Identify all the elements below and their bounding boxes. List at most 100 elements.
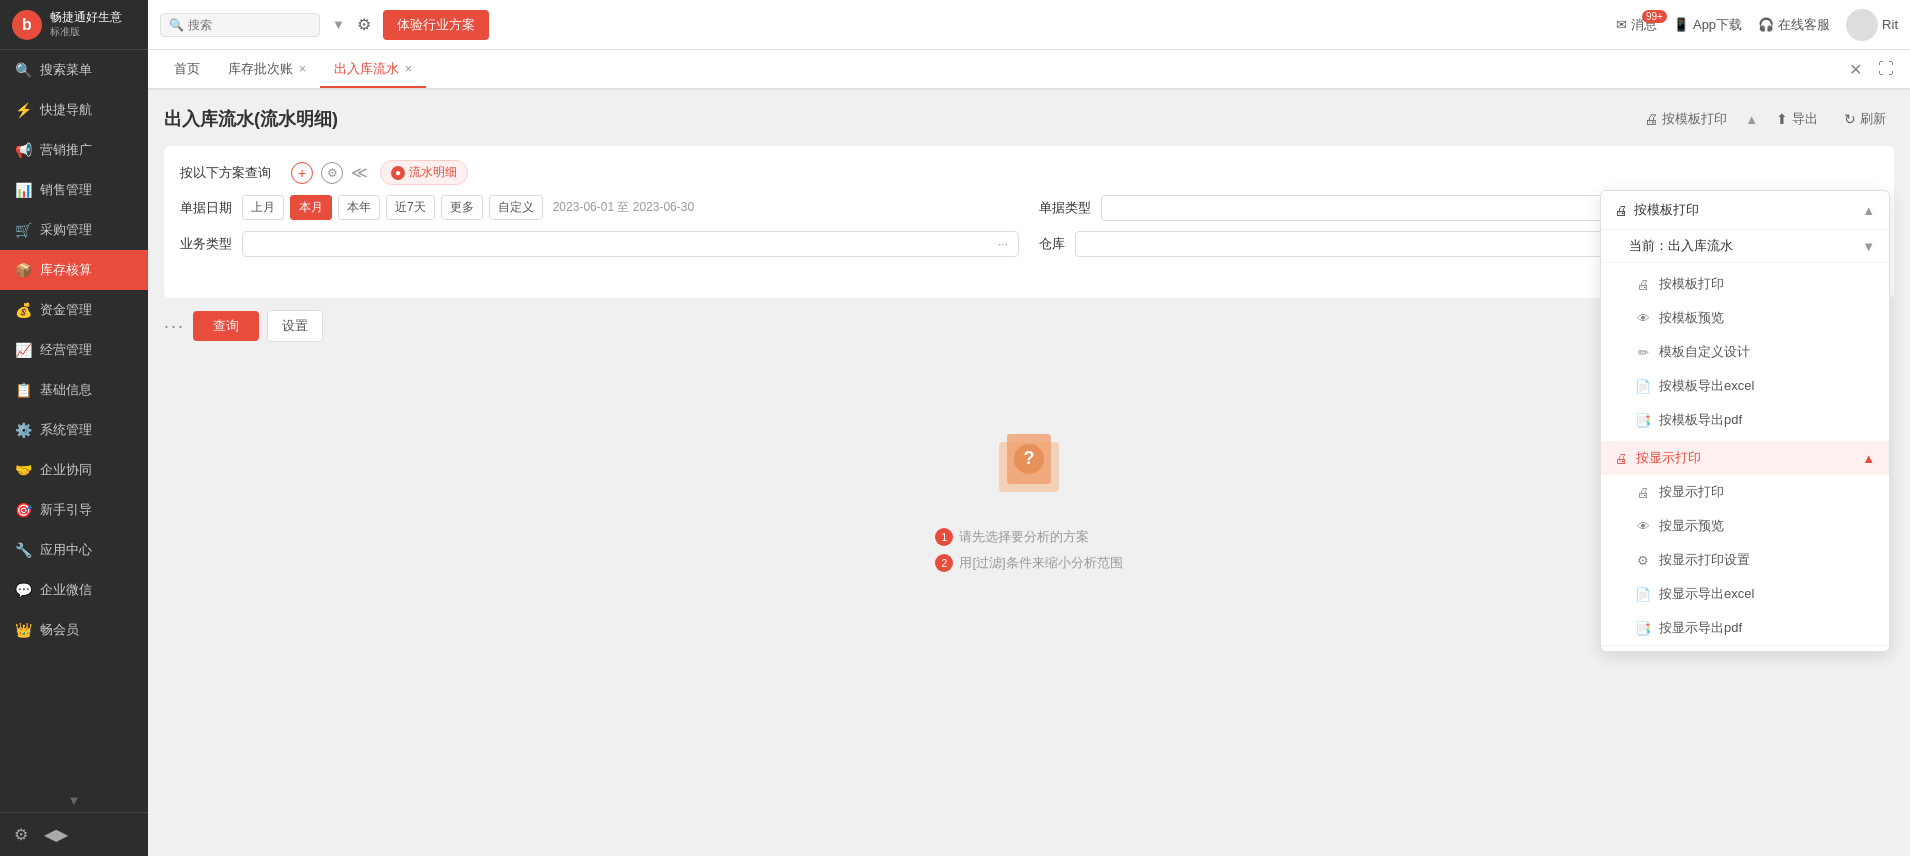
dropdown-scroll: 🖨 按模板打印 ▲ 当前：出入库流水 ▼ 🖨 按模板 — [1601, 191, 1889, 651]
scheme-collapse-btn[interactable]: ≪ — [351, 163, 368, 182]
dropdown-item-display-export-pdf[interactable]: 📑 按显示导出pdf — [1621, 611, 1889, 645]
tab-expand-btn[interactable]: ⛶ — [1874, 58, 1898, 80]
template-export-pdf-label: 按模板导出pdf — [1659, 411, 1742, 429]
header-chevron-icon[interactable]: ▲ — [1745, 112, 1758, 127]
tab-batch-account[interactable]: 库存批次账 × — [214, 52, 320, 88]
search-input[interactable] — [188, 18, 311, 32]
more-btn[interactable]: 更多 — [441, 195, 483, 220]
tab-home[interactable]: 首页 — [160, 52, 214, 88]
active-filter-tag[interactable]: ● 流水明细 — [380, 160, 468, 185]
print-icon: 🖨 — [1644, 111, 1658, 127]
toolbar-more-icon[interactable]: ··· — [164, 316, 185, 337]
sidebar: b 畅捷通好生意 标准版 🔍 搜索菜单 ⚡ 快捷导航 📢 营销推广 📊 — [0, 0, 148, 856]
sidebar-item-label: 畅会员 — [40, 621, 79, 639]
refresh-btn[interactable]: ↻ 刷新 — [1836, 106, 1894, 132]
add-scheme-btn[interactable]: + — [291, 162, 313, 184]
tab-flow-label: 出入库流水 — [334, 60, 399, 78]
topbar-chevron-icon[interactable]: ▼ — [332, 17, 345, 32]
display-print-icon: 🖨 — [1635, 484, 1651, 500]
template-print-label: 按模板打印 — [1659, 275, 1724, 293]
settings-bottom-icon[interactable]: ⚙ — [14, 825, 28, 844]
sidebar-item-operations[interactable]: 📈 经营管理 — [0, 330, 148, 370]
sidebar-scroll-down[interactable]: ▼ — [0, 789, 148, 812]
display-export-pdf-label: 按显示导出pdf — [1659, 619, 1742, 637]
custom-btn[interactable]: 自定义 — [489, 195, 543, 220]
sidebar-item-guide[interactable]: 🎯 新手引导 — [0, 490, 148, 530]
sidebar-item-wechat[interactable]: 💬 企业微信 — [0, 570, 148, 610]
dropdown-item-template-preview[interactable]: 👁 按模板预览 — [1621, 301, 1889, 335]
search-icon: 🔍 — [14, 61, 32, 79]
dropdown-item-display-print[interactable]: 🖨 按显示打印 — [1621, 475, 1889, 509]
headset-icon: 🎧 — [1758, 17, 1774, 32]
biz-type-select[interactable]: ··· — [242, 231, 1019, 257]
sales-icon: 📊 — [14, 181, 32, 199]
dropdown-item-template-export-pdf[interactable]: 📑 按模板导出pdf — [1621, 403, 1889, 437]
template-preview-icon: 👁 — [1635, 310, 1651, 326]
search-row-1: 按以下方案查询 + ⚙ ≪ ● 流水明细 — [180, 160, 1878, 185]
page-header: 出入库流水(流水明细) 🖨 按模板打印 ▲ ⬆ 导出 ↻ 刷新 — [164, 106, 1894, 132]
filter-icon: ● — [391, 166, 405, 180]
user-avatar-wrap[interactable]: Rit — [1846, 9, 1898, 41]
template-preview-label: 按模板预览 — [1659, 309, 1724, 327]
settings-btn[interactable]: 设置 — [267, 310, 323, 342]
tab-flow[interactable]: 出入库流水 × — [320, 52, 426, 88]
query-btn[interactable]: 查询 — [193, 311, 259, 341]
sidebar-item-label: 搜索菜单 — [40, 61, 92, 79]
tip-num-2: 2 — [935, 554, 953, 572]
sidebar-item-marketing[interactable]: 📢 营销推广 — [0, 130, 148, 170]
display-preview-icon: 👁 — [1635, 518, 1651, 534]
sidebar-item-sales[interactable]: 📊 销售管理 — [0, 170, 148, 210]
sidebar-item-label: 应用中心 — [40, 541, 92, 559]
sidebar-item-member[interactable]: 👑 畅会员 — [0, 610, 148, 650]
sidebar-item-inventory[interactable]: 📦 库存核算 — [0, 250, 148, 290]
brand-name: 畅捷通好生意 — [50, 10, 122, 26]
page-title: 出入库流水(流水明细) — [164, 107, 338, 131]
sidebar-item-purchase[interactable]: 🛒 采购管理 — [0, 210, 148, 250]
display-section-chevron[interactable]: ▲ — [1862, 451, 1875, 466]
app-download-btn[interactable]: 📱 App下载 — [1673, 16, 1742, 34]
dropdown-item-display-export-excel[interactable]: 📄 按显示导出excel — [1621, 577, 1889, 611]
sidebar-item-enterprise[interactable]: 🤝 企业协同 — [0, 450, 148, 490]
dropdown-item-template-export-excel[interactable]: 📄 按模板导出excel — [1621, 369, 1889, 403]
topbar-gear-icon[interactable]: ⚙ — [357, 15, 371, 34]
sidebar-item-system[interactable]: ⚙️ 系统管理 — [0, 410, 148, 450]
brand-badge: 标准版 — [50, 25, 122, 39]
industry-btn[interactable]: 体验行业方案 — [383, 10, 489, 40]
dropdown-item-display-preview[interactable]: 👁 按显示预览 — [1621, 509, 1889, 543]
sidebar-item-basic-info[interactable]: 📋 基础信息 — [0, 370, 148, 410]
sidebar-item-finance[interactable]: 💰 资金管理 — [0, 290, 148, 330]
scheme-settings-btn[interactable]: ⚙ — [321, 162, 343, 184]
current-month-btn[interactable]: 本月 — [290, 195, 332, 220]
dropdown-current-item[interactable]: 当前：出入库流水 ▼ — [1601, 230, 1889, 263]
refresh-icon: ↻ — [1844, 111, 1856, 127]
dropdown-item-template-custom[interactable]: ✏ 模板自定义设计 — [1621, 335, 1889, 369]
empty-tip-2: 2 用[过滤]条件来缩小分析范围 — [935, 554, 1122, 572]
sidebar-item-label: 销售管理 — [40, 181, 92, 199]
dropdown-item-display-settings[interactable]: ⚙ 按显示打印设置 — [1621, 543, 1889, 577]
warehouse-label: 仓库 — [1039, 235, 1065, 253]
current-year-btn[interactable]: 本年 — [338, 195, 380, 220]
dropdown-display-section[interactable]: 🖨 按显示打印 ▲ — [1601, 441, 1889, 475]
dropdown-footer[interactable]: ⚙ 设置默认功能 ▼ — [1601, 645, 1889, 651]
dropdown-item-template-print[interactable]: 🖨 按模板打印 — [1621, 267, 1889, 301]
online-service-btn[interactable]: 🎧 在线客服 — [1758, 16, 1830, 34]
collapse-icon[interactable]: ◀▶ — [44, 825, 68, 844]
sidebar-item-label: 新手引导 — [40, 501, 92, 519]
print-btn[interactable]: 🖨 按模板打印 — [1636, 106, 1735, 132]
message-btn[interactable]: ✉ 消息 99+ — [1616, 16, 1657, 34]
tab-flow-close[interactable]: × — [405, 62, 412, 76]
sidebar-item-search[interactable]: 🔍 搜索菜单 — [0, 50, 148, 90]
sidebar-item-quick-nav[interactable]: ⚡ 快捷导航 — [0, 90, 148, 130]
system-icon: ⚙️ — [14, 421, 32, 439]
template-custom-label: 模板自定义设计 — [1659, 343, 1750, 361]
export-btn[interactable]: ⬆ 导出 — [1768, 106, 1826, 132]
tab-batch-account-close[interactable]: × — [299, 62, 306, 76]
biz-type-more-icon[interactable]: ··· — [998, 237, 1008, 251]
sidebar-item-label: 库存核算 — [40, 261, 92, 279]
dropdown-header-chevron[interactable]: ▲ — [1862, 203, 1875, 218]
sidebar-item-app-center[interactable]: 🔧 应用中心 — [0, 530, 148, 570]
topbar-search-box[interactable]: 🔍 — [160, 13, 320, 37]
prev-month-btn[interactable]: 上月 — [242, 195, 284, 220]
last7-btn[interactable]: 近7天 — [386, 195, 435, 220]
tab-close-window-btn[interactable]: ✕ — [1845, 58, 1866, 81]
